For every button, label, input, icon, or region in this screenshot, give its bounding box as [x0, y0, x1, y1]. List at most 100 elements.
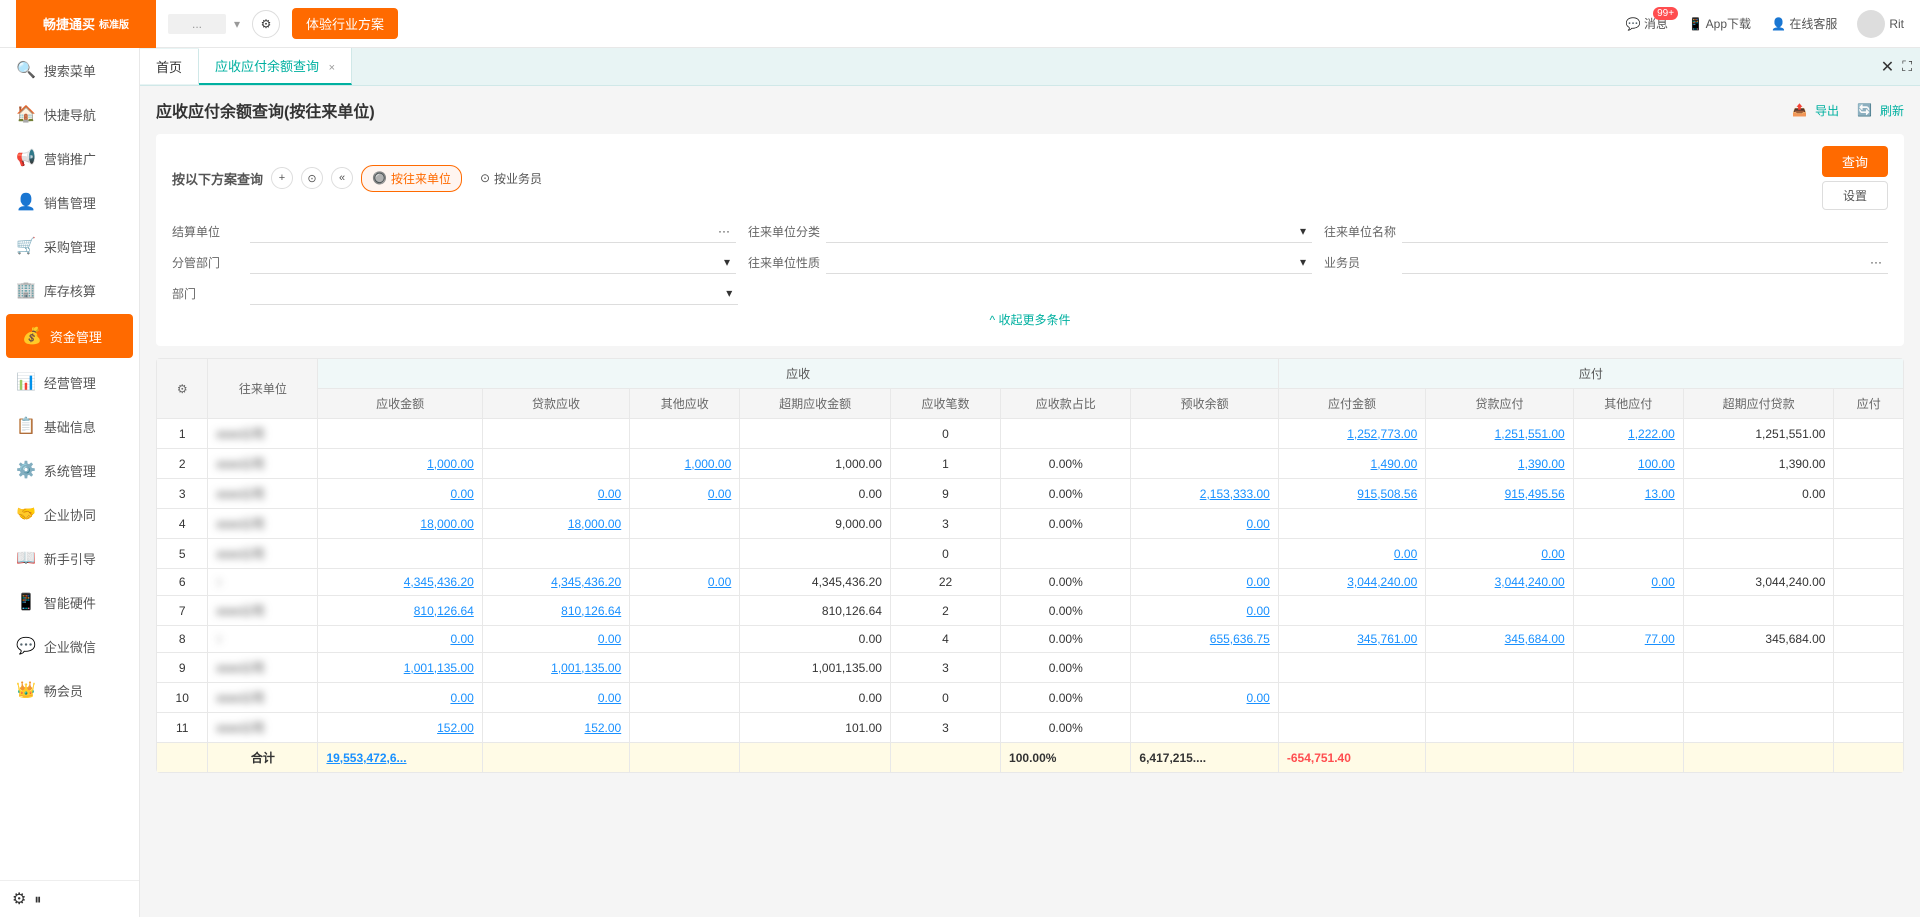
refresh-button[interactable]: 刷新: [1880, 102, 1904, 119]
guide-icon: 📖: [16, 548, 36, 568]
filter-settings-icon[interactable]: ⊙: [301, 167, 323, 189]
ap-loan-cell: 3,044,240.00: [1426, 569, 1573, 596]
unit-nature-select[interactable]: ▾: [826, 251, 1312, 274]
footer-pre-balance: 6,417,215....: [1131, 743, 1278, 773]
ar-count-cell: 9: [890, 479, 1000, 509]
user-info[interactable]: Rit: [1857, 10, 1904, 38]
sidebar-item-smart-hw[interactable]: 📱 智能硬件: [0, 580, 139, 624]
ar-count-cell: 3: [890, 653, 1000, 683]
sidebar-item-funds[interactable]: 💰 资金管理: [6, 314, 133, 358]
salesperson-select[interactable]: ···: [1402, 251, 1888, 274]
ar-ratio-cell: [1001, 539, 1131, 569]
dept-mgr-select[interactable]: ▾: [250, 251, 736, 274]
sidebar-item-marketing[interactable]: 📢 营销推广: [0, 136, 139, 180]
ar-amount-header: 应收金额: [318, 389, 482, 419]
query-button[interactable]: 查询: [1822, 146, 1888, 177]
ar-ratio-cell: 0.00%: [1001, 683, 1131, 713]
ar-ratio-cell: 0.00%: [1001, 653, 1131, 683]
unit-name-input[interactable]: [1402, 220, 1888, 243]
ap-loan-header: 贷款应付: [1426, 389, 1573, 419]
ap-more-cell: [1834, 479, 1904, 509]
settings-col[interactable]: ⚙: [157, 359, 208, 419]
messages-icon[interactable]: 💬 消息 99+: [1626, 15, 1668, 32]
ar-amount-cell: 810,126.64: [318, 596, 482, 626]
footer-ar-other: [630, 743, 740, 773]
export-button[interactable]: 导出: [1815, 102, 1839, 119]
dept-select[interactable]: ▾: [250, 282, 738, 305]
dropdown-icon[interactable]: ▾: [234, 17, 240, 31]
sidebar-item-system[interactable]: ⚙️ 系统管理: [0, 448, 139, 492]
sidebar-item-sales[interactable]: 👤 销售管理: [0, 180, 139, 224]
sidebar-item-search[interactable]: 🔍 搜索菜单: [0, 48, 139, 92]
sidebar-item-guide[interactable]: 📖 新手引导: [0, 536, 139, 580]
ar-loan-cell: [482, 449, 629, 479]
close-window-icon[interactable]: ✕: [1881, 57, 1894, 77]
filter-add-icon[interactable]: +: [271, 167, 293, 189]
app-download[interactable]: 📱 App下载: [1688, 15, 1751, 32]
app-name: 畅捷通买: [43, 14, 95, 33]
pre-balance-cell: 0.00: [1131, 509, 1278, 539]
filter-option-by-unit[interactable]: 🔘 按往来单位: [361, 165, 462, 192]
ar-ratio-cell: 0.00%: [1001, 569, 1131, 596]
sidebar-item-operations[interactable]: 📊 经营管理: [0, 360, 139, 404]
trial-button[interactable]: 体验行业方案: [292, 8, 398, 39]
ar-ratio-header: 应收款占比: [1001, 389, 1131, 419]
ar-loan-cell: [482, 419, 629, 449]
tab-ar-ap[interactable]: 应收应付余额查询 ×: [199, 48, 352, 85]
unit-cell: ↑: [208, 626, 318, 653]
sidebar-item-member[interactable]: 👑 畅会员: [0, 668, 139, 712]
unit-cell: xxxx公司: [208, 596, 318, 626]
filter-collapse-icon[interactable]: «: [331, 167, 353, 189]
table-row: 3xxxx公司0.000.000.000.0090.00%2,153,333.0…: [157, 479, 1904, 509]
pre-balance-header: 预收余额: [1131, 389, 1278, 419]
sidebar-item-basic-info[interactable]: 📋 基础信息: [0, 404, 139, 448]
sidebar-item-quick-nav[interactable]: 🏠 快捷导航: [0, 92, 139, 136]
ar-overdue-header: 超期应收金额: [740, 389, 891, 419]
settings-icon[interactable]: ⚙: [252, 10, 280, 38]
sidebar-label-system: 系统管理: [44, 461, 96, 480]
ap-other-cell: 100.00: [1573, 449, 1683, 479]
maximize-icon[interactable]: ⛶: [1902, 58, 1912, 75]
unit-cell: xxxx公司: [208, 509, 318, 539]
table-row: 8↑0.000.000.0040.00%655,636.75345,761.00…: [157, 626, 1904, 653]
export-icon: 📤: [1792, 103, 1807, 117]
settlement-select[interactable]: ···: [250, 220, 736, 243]
messages-badge: 99+: [1653, 7, 1678, 20]
settings-button[interactable]: 设置: [1822, 181, 1888, 210]
funds-icon: 💰: [22, 326, 42, 346]
sidebar-item-enterprise[interactable]: 🤝 企业协同: [0, 492, 139, 536]
sidebar-item-wechat[interactable]: 💬 企业微信: [0, 624, 139, 668]
footer-label: 合计: [208, 743, 318, 773]
sidebar-item-inventory[interactable]: 🏢 库存核算: [0, 268, 139, 312]
ap-overdue-cell: 1,251,551.00: [1683, 419, 1834, 449]
filter-option-by-staff[interactable]: ⊙ 按业务员: [470, 166, 552, 191]
filter-label: 按以下方案查询: [172, 169, 263, 188]
main-layout: 🔍 搜索菜单 🏠 快捷导航 📢 营销推广 👤 销售管理 🛒 采购管理 🏢 库存核…: [0, 48, 1920, 917]
system-icon: ⚙️: [16, 460, 36, 480]
collapse-sidebar-icon[interactable]: ⏸: [34, 891, 41, 908]
filter-area: 按以下方案查询 + ⊙ « 🔘 按往来单位 ⊙ 按业务员 查询 设置: [156, 134, 1904, 346]
marketing-icon: 📢: [16, 148, 36, 168]
tab-close-icon[interactable]: ×: [329, 62, 335, 74]
sidebar-item-purchase[interactable]: 🛒 采购管理: [0, 224, 139, 268]
ap-more-cell: [1834, 539, 1904, 569]
header-right: 💬 消息 99+ 📱 App下载 👤 在线客服 Rit: [1626, 10, 1904, 38]
tab-home[interactable]: 首页: [140, 49, 199, 84]
ar-group-header: 应收: [318, 359, 1278, 389]
table-row: 10xxxx公司0.000.000.0000.00%0.00: [157, 683, 1904, 713]
online-service[interactable]: 👤 在线客服: [1771, 15, 1837, 32]
ap-other-cell: 0.00: [1573, 569, 1683, 596]
row-num: 9: [157, 653, 208, 683]
ap-other-cell: [1573, 509, 1683, 539]
collapse-more-btn[interactable]: ^ 收起更多条件: [172, 305, 1888, 334]
footer-ar-amount: 19,553,472,6...: [318, 743, 482, 773]
unit-category-select[interactable]: ▾: [826, 220, 1312, 243]
settings-bottom-icon[interactable]: ⚙: [12, 889, 26, 909]
dropdown-icon3: ▾: [1300, 255, 1306, 269]
ar-overdue-cell: 101.00: [740, 713, 891, 743]
query-btn-group: 查询 设置: [1822, 146, 1888, 210]
ar-count-header: 应收笔数: [890, 389, 1000, 419]
unit-cell: xxxx公司: [208, 449, 318, 479]
row-num: 4: [157, 509, 208, 539]
sidebar-label-marketing: 营销推广: [44, 149, 96, 168]
